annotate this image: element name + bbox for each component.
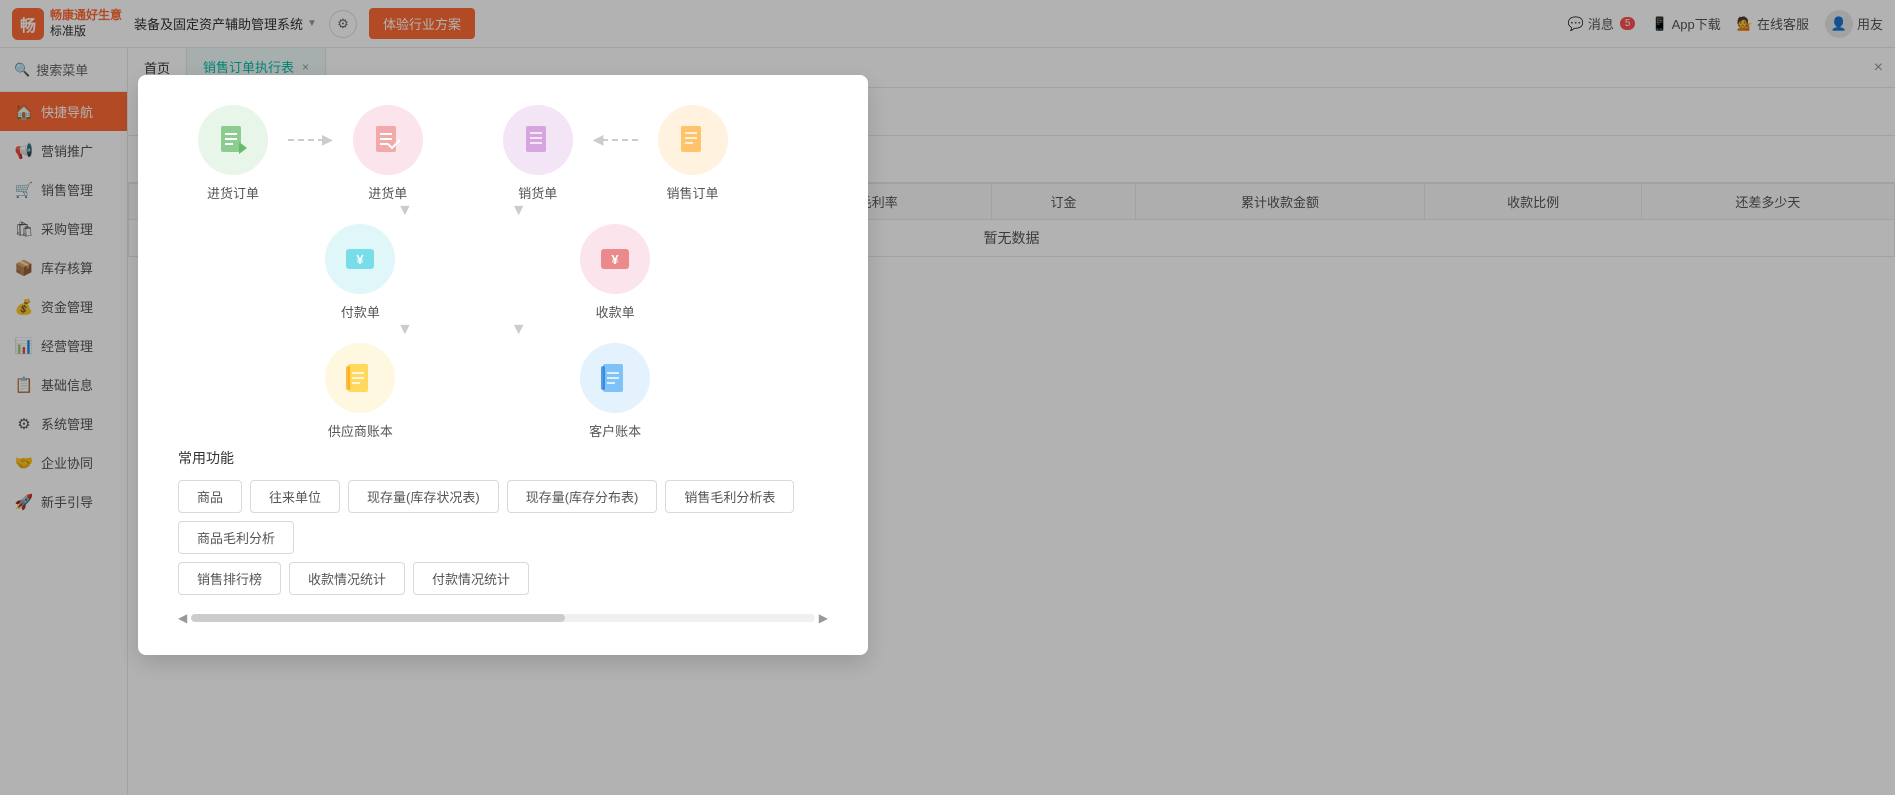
flow-modal: 进货订单 ▶ xyxy=(138,75,868,655)
arrow-purchase-order-to-receipt: ▶ xyxy=(288,131,333,176)
func-btn-sales-rank[interactable]: 销售排行榜 xyxy=(178,562,281,595)
flow-node-supplier-ledger[interactable]: 供应商账本 xyxy=(325,343,395,440)
sale-order-circle xyxy=(658,105,728,175)
svg-text:¥: ¥ xyxy=(357,252,365,267)
sale-receipt-circle xyxy=(503,105,573,175)
flow-node-customer-ledger[interactable]: 客户账本 xyxy=(580,343,650,440)
scrollbar-right-arrow[interactable]: ▶ xyxy=(819,611,828,625)
supplier-ledger-circle xyxy=(325,343,395,413)
arrow-receipt-to-customer: ▼ xyxy=(483,321,748,339)
func-btn-inventory-status[interactable]: 现存量(库存状况表) xyxy=(348,480,499,513)
common-functions: 常用功能 商品 往来单位 现存量(库存状况表) 现存量(库存分布表) 销售毛利分… xyxy=(178,448,828,595)
func-btn-goods[interactable]: 商品 xyxy=(178,480,242,513)
purchase-order-circle xyxy=(198,105,268,175)
flow-node-purchase-order[interactable]: 进货订单 xyxy=(198,105,268,202)
func-btn-inventory-dist[interactable]: 现存量(库存分布表) xyxy=(507,480,658,513)
func-btn-payment-stats[interactable]: 付款情况统计 xyxy=(413,562,529,595)
arrow-sale-order-to-receipt: ◀ xyxy=(593,131,638,176)
modal-overlay[interactable]: 进货订单 ▶ xyxy=(0,0,1895,795)
common-func-title: 常用功能 xyxy=(178,448,828,468)
flow-diagram: 进货订单 ▶ xyxy=(178,105,828,440)
modal-scrollbar: ◀ ▶ xyxy=(178,611,828,625)
arrow-payment-to-supplier: ▼ xyxy=(178,321,443,339)
flow-node-sale-receipt[interactable]: 销货单 xyxy=(503,105,573,202)
flow-node-receipt[interactable]: ¥ 收款单 xyxy=(580,224,650,321)
svg-text:¥: ¥ xyxy=(612,252,620,267)
flow-node-payment[interactable]: ¥ 付款单 xyxy=(325,224,395,321)
scrollbar-left-arrow[interactable]: ◀ xyxy=(178,611,187,625)
func-btn-goods-gross[interactable]: 商品毛利分析 xyxy=(178,521,294,554)
customer-ledger-circle xyxy=(580,343,650,413)
func-btn-row-1: 商品 往来单位 现存量(库存状况表) 现存量(库存分布表) 销售毛利分析表 商品… xyxy=(178,480,828,554)
payment-circle: ¥ xyxy=(325,224,395,294)
scrollbar-thumb[interactable] xyxy=(191,614,565,622)
scrollbar-track[interactable] xyxy=(191,614,815,622)
flow-node-purchase-receipt[interactable]: 进货单 xyxy=(353,105,423,202)
func-btn-sales-gross[interactable]: 销售毛利分析表 xyxy=(665,480,794,513)
arrow-sale-to-receipt: ▼ xyxy=(483,202,748,220)
flow-node-sale-order[interactable]: 销售订单 xyxy=(658,105,728,202)
func-btn-row-2: 销售排行榜 收款情况统计 付款情况统计 xyxy=(178,562,828,595)
func-btn-receipt-stats[interactable]: 收款情况统计 xyxy=(289,562,405,595)
func-btn-partners[interactable]: 往来单位 xyxy=(250,480,340,513)
purchase-receipt-circle xyxy=(353,105,423,175)
receipt-circle: ¥ xyxy=(580,224,650,294)
arrow-purchase-to-payment: ▼ xyxy=(178,202,443,220)
